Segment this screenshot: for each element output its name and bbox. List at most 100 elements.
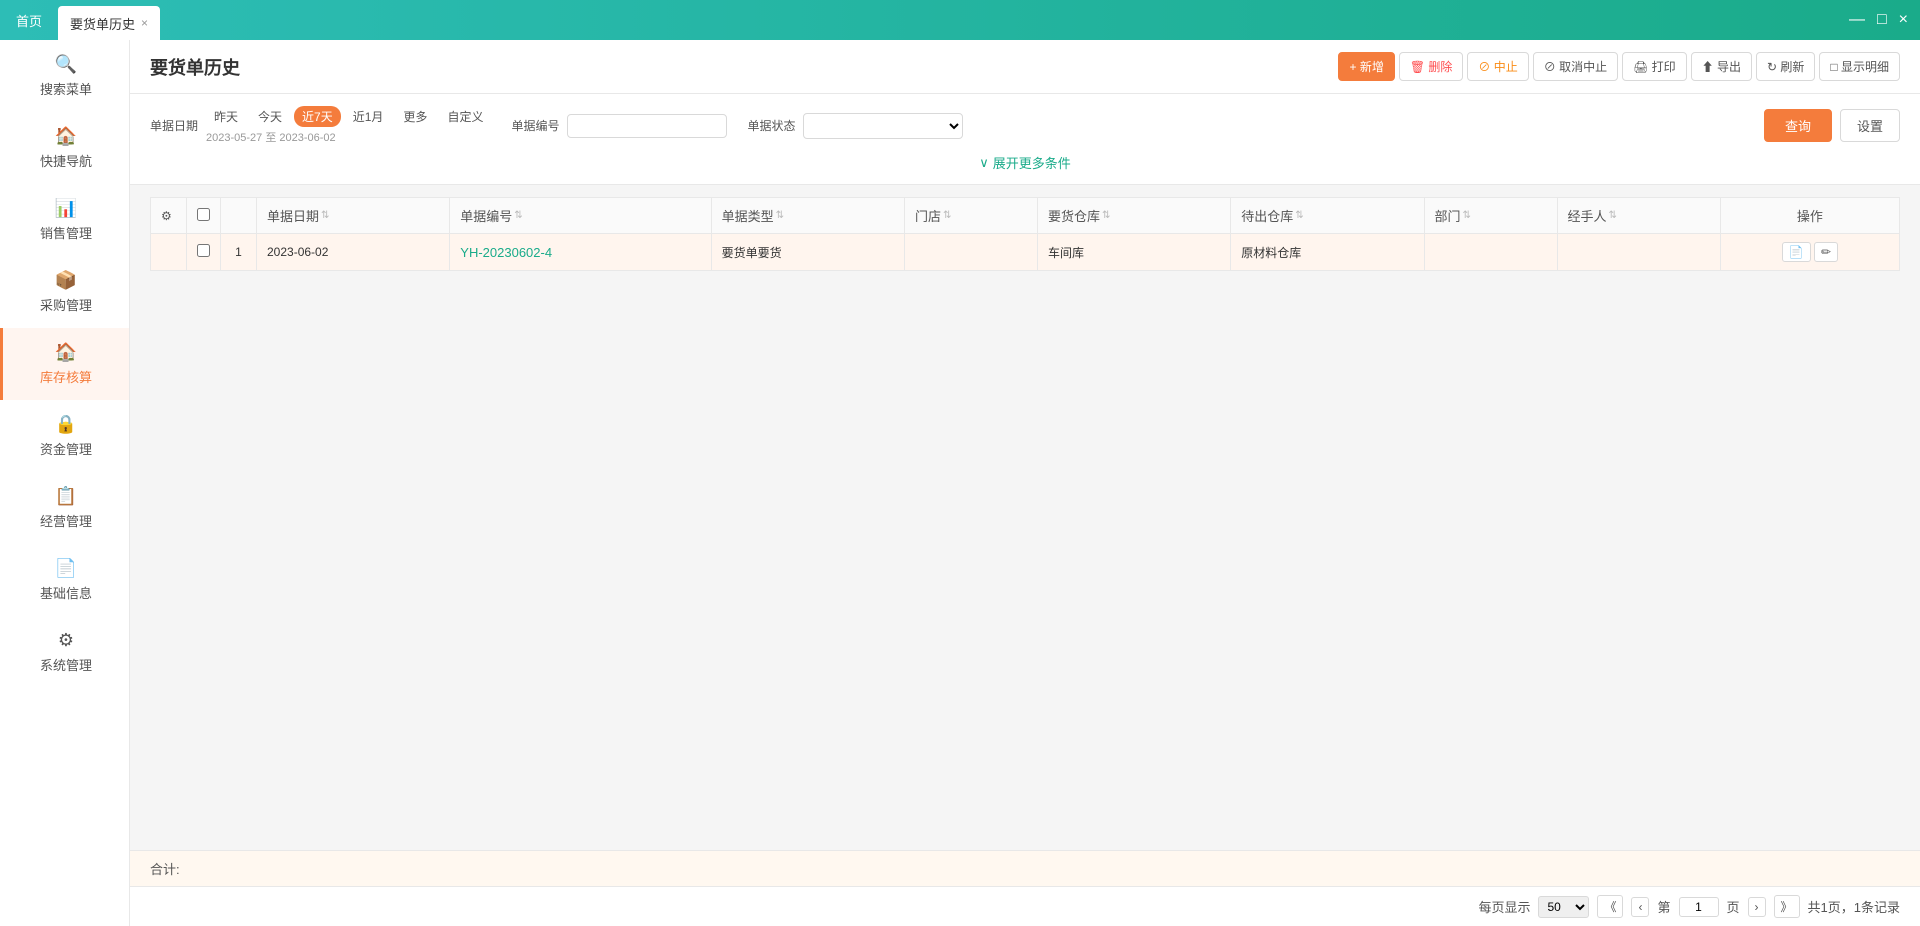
settings-button[interactable]: 设置 xyxy=(1840,109,1900,142)
sidebar-item-inventory-label: 库存核算 xyxy=(40,367,92,386)
row-view-button[interactable]: 📄 xyxy=(1782,242,1811,262)
th-settings[interactable]: ⚙ xyxy=(151,198,187,234)
filter-group-docno: 单据编号 xyxy=(511,114,727,138)
tab-active-label: 要货单历史 xyxy=(70,14,135,33)
select-all-checkbox[interactable] xyxy=(197,208,210,221)
sidebar-item-operation-label: 经营管理 xyxy=(40,511,92,530)
row-store xyxy=(904,234,1037,271)
minimize-icon[interactable]: — xyxy=(1849,11,1865,29)
shortcut-today[interactable]: 今天 xyxy=(250,106,290,127)
tab-close-icon[interactable]: × xyxy=(141,16,148,30)
refresh-button[interactable]: ↻ 刷新 xyxy=(1756,52,1815,81)
pagination: 每页显示 50 10 20 100 《 ‹ 第 页 › 》 共1页，1条记录 xyxy=(130,886,1920,926)
export-button[interactable]: ⬆ 导出 xyxy=(1691,52,1752,81)
shortcut-custom[interactable]: 自定义 xyxy=(439,106,491,127)
row-settings-col xyxy=(151,234,187,271)
shortcut-7days[interactable]: 近7天 xyxy=(294,106,341,127)
filter-docno-label: 单据编号 xyxy=(511,117,559,134)
row-pending-warehouse: 原材料仓库 xyxy=(1231,234,1424,271)
prev-page-button[interactable]: ‹ xyxy=(1631,897,1649,917)
sidebar-item-quick-nav-label: 快捷导航 xyxy=(40,151,92,170)
delete-button[interactable]: 🗑 删除 xyxy=(1399,52,1464,81)
shortcut-yesterday[interactable]: 昨天 xyxy=(206,106,246,127)
sidebar-item-basic-info[interactable]: 📄 基础信息 xyxy=(0,544,129,616)
summary-label: 合计: xyxy=(150,859,180,878)
sidebar-item-inventory[interactable]: 🏠 库存核算 xyxy=(0,328,129,400)
next-page-button[interactable]: › xyxy=(1748,897,1766,917)
row-docno-link[interactable]: YH-20230602-4 xyxy=(460,245,552,260)
th-action: 操作 xyxy=(1720,198,1899,234)
th-pending-warehouse[interactable]: 待出仓库 ⇅ xyxy=(1231,198,1424,234)
tab-active[interactable]: 要货单历史 × xyxy=(58,6,160,40)
filter-status-select[interactable] xyxy=(803,113,963,139)
shortcut-1month[interactable]: 近1月 xyxy=(345,106,392,127)
display-detail-button[interactable]: □ 显示明细 xyxy=(1819,52,1900,81)
toolbar: + 新增 🗑 删除 ⊘ 中止 ⊘ 取消中止 🖨 打印 ⬆ 导出 ↻ 刷新 □ 显… xyxy=(1338,52,1900,93)
sidebar-item-quick-nav[interactable]: 🏠 快捷导航 xyxy=(0,112,129,184)
page-header: 要货单历史 + 新增 🗑 删除 ⊘ 中止 ⊘ 取消中止 🖨 打印 ⬆ 导出 ↻ … xyxy=(130,40,1920,94)
th-doctype[interactable]: 单据类型 ⇅ xyxy=(711,198,904,234)
sidebar-item-finance-label: 资金管理 xyxy=(40,439,92,458)
sort-req-warehouse-icon: ⇅ xyxy=(1102,210,1110,221)
quick-nav-icon: 🏠 xyxy=(55,126,77,147)
sidebar-item-search-menu[interactable]: 🔍 搜索菜单 xyxy=(0,40,129,112)
sort-date-icon: ⇅ xyxy=(321,210,329,221)
page-unit: 页 xyxy=(1727,897,1740,916)
row-checkbox[interactable] xyxy=(197,244,210,257)
first-page-button[interactable]: 《 xyxy=(1597,895,1623,918)
row-req-warehouse: 车间库 xyxy=(1037,234,1230,271)
system-icon: ⚙ xyxy=(58,630,74,651)
th-store[interactable]: 门店 ⇅ xyxy=(904,198,1037,234)
expand-more[interactable]: ∨ 展开更多条件 xyxy=(150,153,1900,172)
page-size-label: 每页显示 xyxy=(1478,897,1530,916)
total-label: 共1页，1条记录 xyxy=(1808,897,1900,916)
sort-handler-icon: ⇅ xyxy=(1609,210,1617,221)
table-area: ⚙ 单据日期 ⇅ 单据编号 xyxy=(130,185,1920,850)
page-number-input[interactable] xyxy=(1679,897,1719,917)
sort-department-icon: ⇅ xyxy=(1463,210,1471,221)
main-layout: 🔍 搜索菜单 🏠 快捷导航 📊 销售管理 📦 采购管理 🏠 库存核算 🔒 资金管… xyxy=(0,40,1920,926)
table-row: 1 2023-06-02 YH-20230602-4 要货单要货 车间库 原材料… xyxy=(151,234,1900,271)
top-bar-right: — □ × xyxy=(1849,11,1920,29)
table-body: 1 2023-06-02 YH-20230602-4 要货单要货 车间库 原材料… xyxy=(151,234,1900,271)
purchase-icon: 📦 xyxy=(55,270,77,291)
th-department[interactable]: 部门 ⇅ xyxy=(1424,198,1557,234)
sort-pending-warehouse-icon: ⇅ xyxy=(1295,210,1303,221)
sort-doctype-icon: ⇅ xyxy=(776,210,784,221)
row-doctype: 要货单要货 xyxy=(711,234,904,271)
th-docno[interactable]: 单据编号 ⇅ xyxy=(450,198,711,234)
filter-docno-input[interactable] xyxy=(567,114,727,138)
print-button[interactable]: 🖨 打印 xyxy=(1622,52,1687,81)
sidebar-item-system-label: 系统管理 xyxy=(40,655,92,674)
row-edit-button[interactable]: ✏ xyxy=(1814,242,1838,262)
filter-date-label: 单据日期 xyxy=(150,117,198,134)
query-button[interactable]: 查询 xyxy=(1764,109,1832,142)
sidebar-item-sales[interactable]: 📊 销售管理 xyxy=(0,184,129,256)
maximize-icon[interactable]: □ xyxy=(1877,11,1887,29)
new-button[interactable]: + 新增 xyxy=(1338,52,1394,81)
th-date[interactable]: 单据日期 ⇅ xyxy=(257,198,450,234)
content-area: 要货单历史 + 新增 🗑 删除 ⊘ 中止 ⊘ 取消中止 🖨 打印 ⬆ 导出 ↻ … xyxy=(130,40,1920,926)
page-size-select[interactable]: 50 10 20 100 xyxy=(1538,896,1589,918)
tab-home[interactable]: 首页 xyxy=(0,0,58,40)
row-department xyxy=(1424,234,1557,271)
sort-docno-icon: ⇅ xyxy=(514,210,522,221)
stop-button[interactable]: ⊘ 中止 xyxy=(1467,52,1528,81)
cancel-stop-button[interactable]: ⊘ 取消中止 xyxy=(1533,52,1618,81)
expand-more-label: 展开更多条件 xyxy=(993,153,1071,172)
sidebar-item-finance[interactable]: 🔒 资金管理 xyxy=(0,400,129,472)
sales-icon: 📊 xyxy=(55,198,77,219)
date-range: 2023-05-27 至 2023-06-02 xyxy=(206,129,491,145)
inventory-icon: 🏠 xyxy=(55,342,77,363)
filter-status-label: 单据状态 xyxy=(747,117,795,134)
shortcut-more[interactable]: 更多 xyxy=(395,106,435,127)
sidebar-item-operation[interactable]: 📋 经营管理 xyxy=(0,472,129,544)
row-docno: YH-20230602-4 xyxy=(450,234,711,271)
sort-store-icon: ⇅ xyxy=(943,210,951,221)
window-close-icon[interactable]: × xyxy=(1899,11,1908,29)
sidebar-item-purchase[interactable]: 📦 采购管理 xyxy=(0,256,129,328)
th-req-warehouse[interactable]: 要货仓库 ⇅ xyxy=(1037,198,1230,234)
last-page-button[interactable]: 》 xyxy=(1774,895,1800,918)
th-handler[interactable]: 经手人 ⇅ xyxy=(1557,198,1720,234)
sidebar-item-system[interactable]: ⚙ 系统管理 xyxy=(0,616,129,688)
